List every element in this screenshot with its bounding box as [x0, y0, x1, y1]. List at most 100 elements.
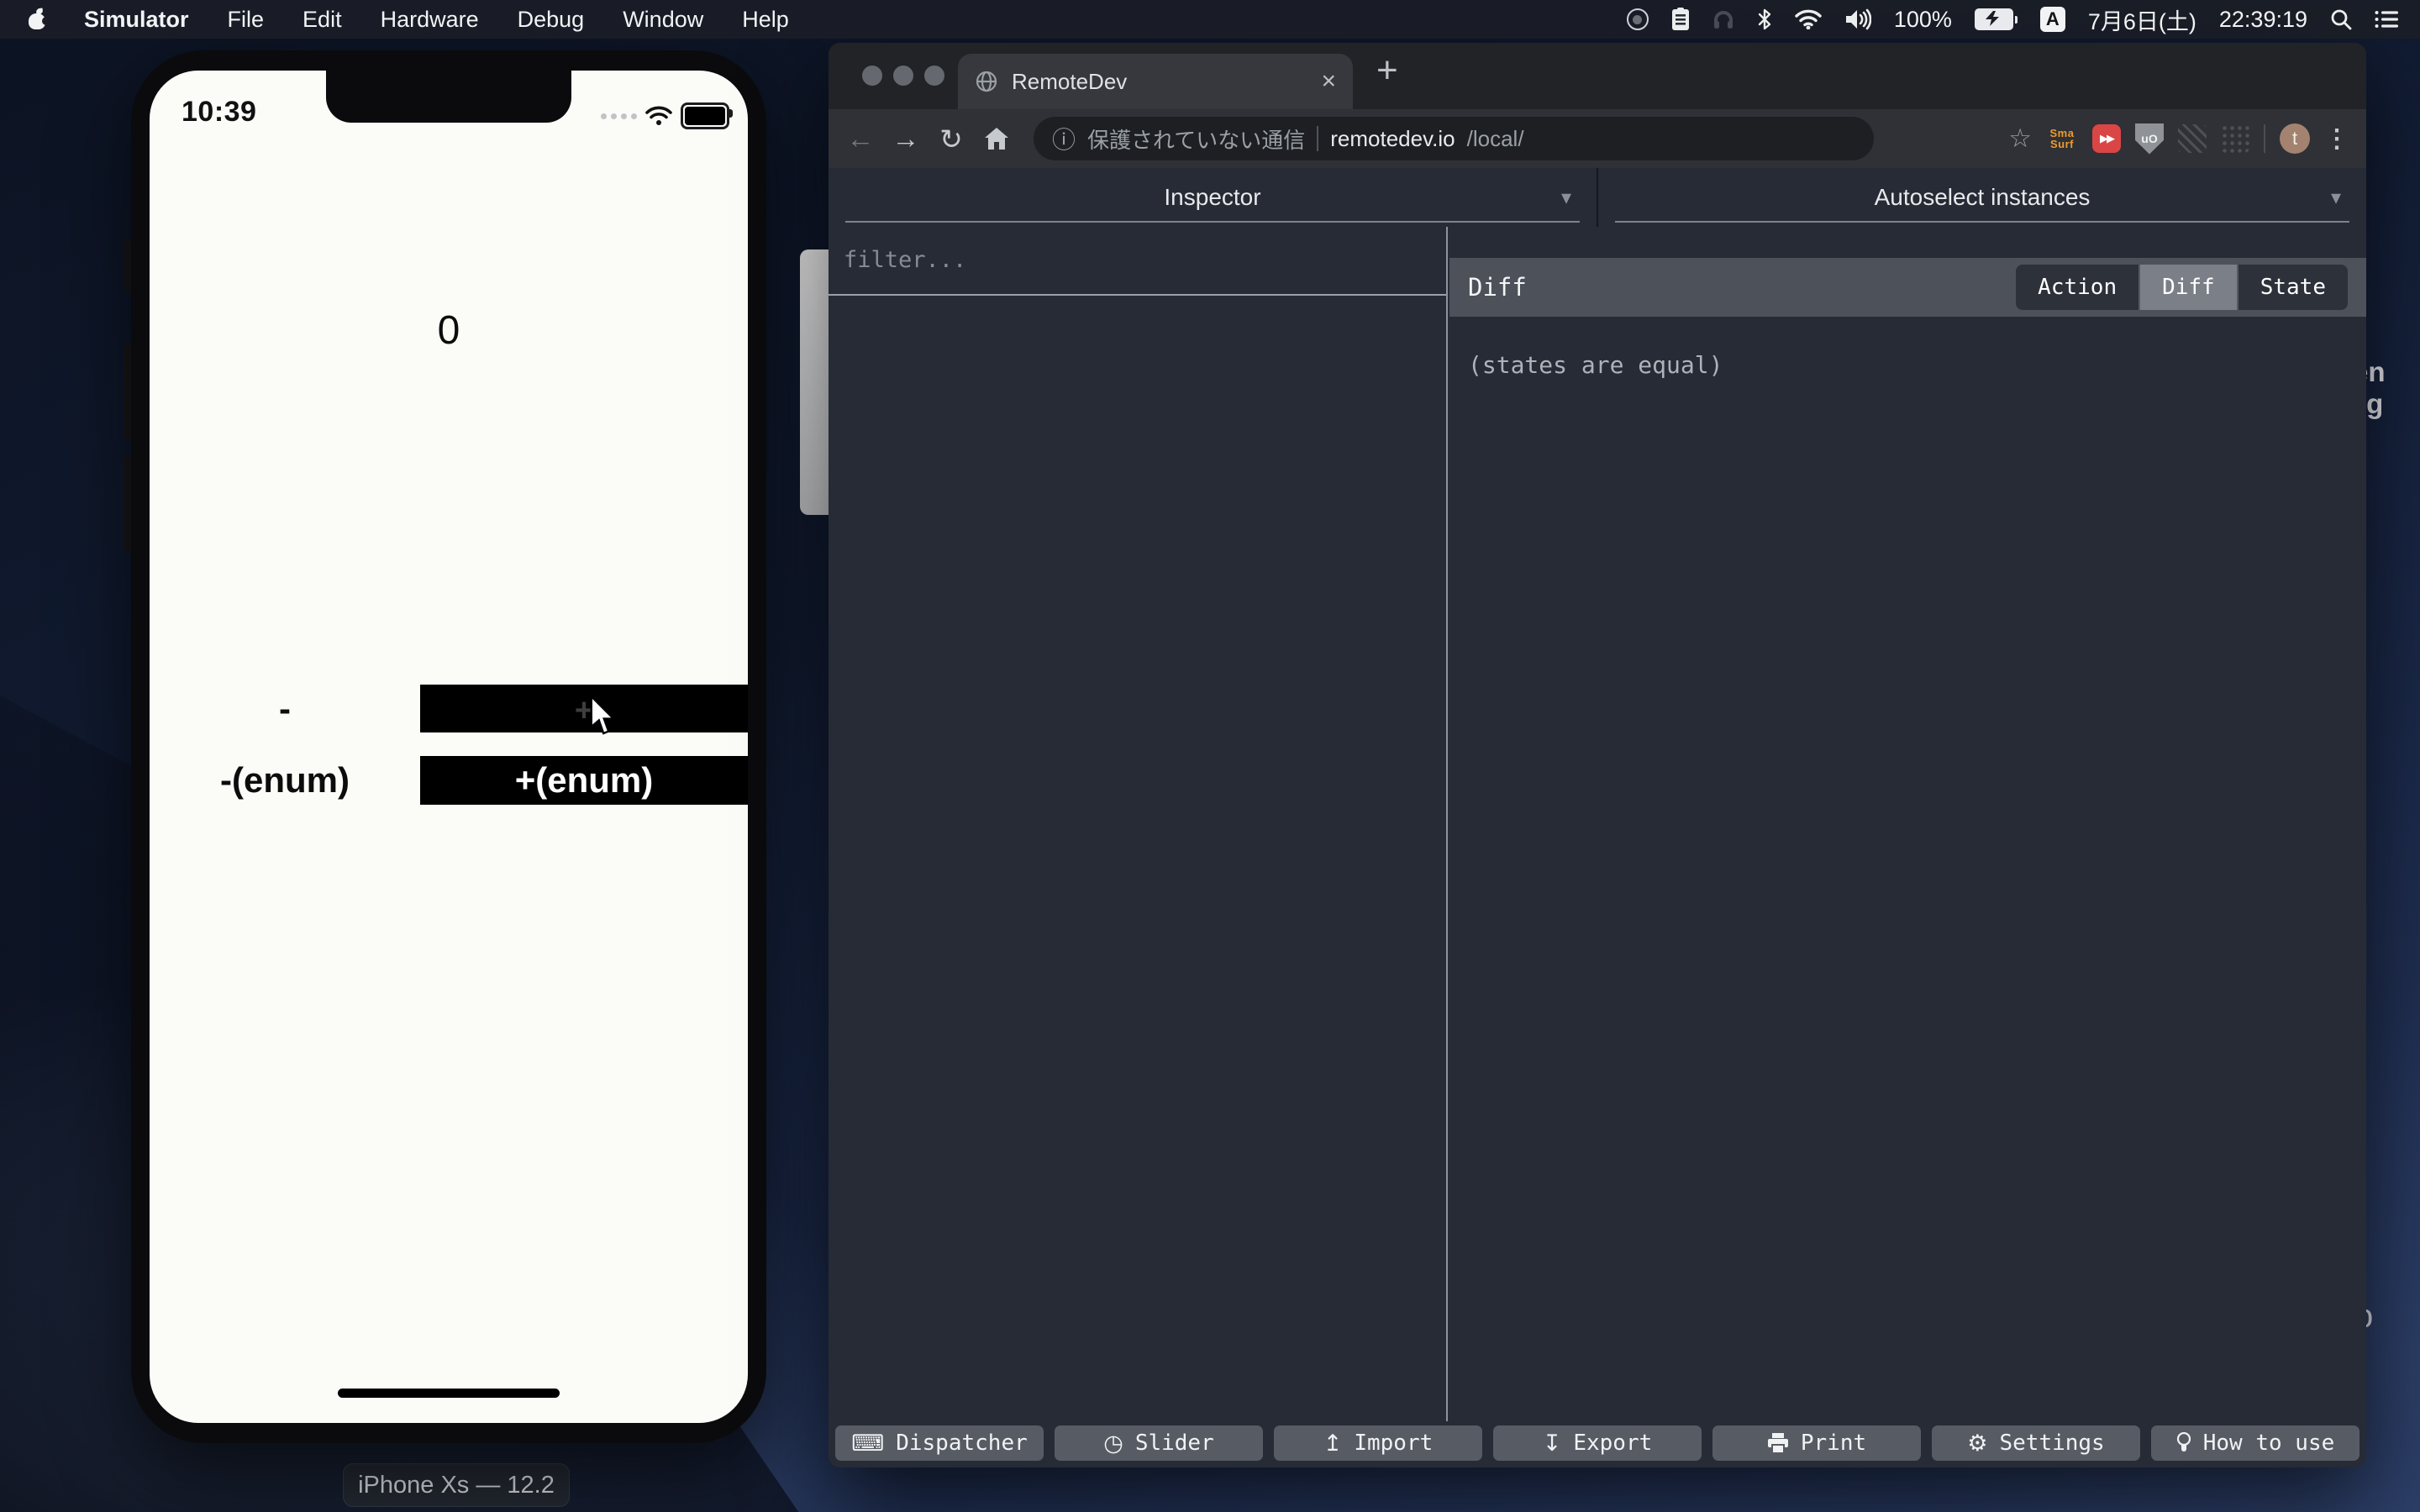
button-label: Dispatcher	[896, 1431, 1028, 1456]
disabled-extension-icon[interactable]	[2221, 124, 2249, 153]
button-label: Settings	[1999, 1431, 2105, 1456]
input-source-icon[interactable]: A	[2039, 7, 2065, 32]
tab-diff[interactable]: Diff	[2139, 265, 2237, 310]
import-icon: ↥	[1323, 1430, 1343, 1457]
import-button[interactable]: ↥ Import	[1274, 1425, 1482, 1461]
inspector-tabs: Action Diff State	[2016, 265, 2348, 310]
ublock-extension-icon[interactable]: uO	[2135, 123, 2164, 155]
site-info-icon[interactable]: ⓘ	[1052, 122, 1076, 155]
wifi-icon[interactable]	[1795, 9, 1822, 29]
button-label: Export	[1573, 1431, 1653, 1456]
back-button[interactable]: ←	[842, 123, 879, 155]
screen-record-icon[interactable]	[1626, 8, 1649, 30]
address-bar[interactable]: ⓘ 保護されていない通信 remotedev.io /local/	[1034, 117, 1874, 160]
diff-title: Diff	[1468, 273, 1527, 302]
toolbar-separator	[2264, 124, 2265, 153]
security-label: 保護されていない通信	[1087, 127, 1306, 153]
menu-bar: Simulator File Edit Hardware Debug Windo…	[0, 0, 2420, 39]
print-button[interactable]: Print	[1712, 1425, 1921, 1461]
button-label: Print	[1800, 1431, 1867, 1456]
video-extension-icon[interactable]: ▶▶	[2092, 124, 2121, 153]
smasurf-extension-icon[interactable]: Sma Surf	[2046, 123, 2078, 155]
decrement-button[interactable]: -	[150, 685, 420, 732]
bookmark-star-icon[interactable]: ☆	[2008, 123, 2032, 154]
headphones-icon[interactable]	[1712, 8, 1734, 30]
menu-item-window[interactable]: Window	[623, 7, 703, 33]
home-button[interactable]	[978, 125, 1015, 152]
browser-toolbar: ← → ↻ ⓘ 保護されていない通信 remotedev.io /local/ …	[829, 109, 2366, 168]
increment-enum-button[interactable]: +(enum)	[420, 756, 748, 805]
diff-message: (states are equal)	[1468, 351, 1723, 379]
apple-menu-icon[interactable]	[29, 8, 50, 29]
desktop: en ng o Simulator File Edit Hardware Deb…	[0, 0, 2420, 1512]
menu-time[interactable]: 22:39:19	[2219, 7, 2307, 33]
profile-avatar[interactable]: t	[2280, 123, 2310, 154]
action-list-panel: filter...	[829, 227, 1448, 1421]
keyboard-icon: ⌨	[851, 1430, 885, 1457]
settings-button[interactable]: ⚙ Settings	[1932, 1425, 2140, 1461]
export-icon: ↧	[1542, 1430, 1562, 1457]
spotlight-search-icon[interactable]	[2330, 8, 2352, 30]
increment-button[interactable]: +	[420, 685, 748, 732]
menu-item-file[interactable]: File	[228, 7, 265, 33]
slider-button[interactable]: ◷ Slider	[1055, 1425, 1263, 1461]
remotedev-page: Inspector ▾ Autoselect instances ▾ filte…	[829, 168, 2366, 1467]
phone-notch	[326, 71, 571, 123]
diff-header: Diff Action Diff State	[1449, 258, 2366, 317]
clipboard-icon[interactable]	[1671, 8, 1690, 31]
inspector-panel: Diff Action Diff State (states are equal…	[1449, 227, 2366, 1421]
url-host: remotedev.io	[1330, 125, 1455, 151]
tab-state[interactable]: State	[2236, 265, 2348, 310]
export-button[interactable]: ↧ Export	[1493, 1425, 1702, 1461]
window-zoom-button[interactable]	[924, 66, 944, 86]
how-to-use-button[interactable]: How to use	[2151, 1425, 2360, 1461]
url-separator	[1317, 126, 1319, 151]
devtools-bottom-bar: ⌨ Dispatcher ◷ Slider ↥ Import ↧ Export	[829, 1421, 2366, 1467]
tab-action[interactable]: Action	[2016, 265, 2139, 310]
gear-icon: ⚙	[1967, 1430, 1988, 1457]
printer-icon	[1767, 1433, 1789, 1453]
tab-strip: RemoteDev × +	[829, 43, 2366, 109]
menu-item-debug[interactable]: Debug	[518, 7, 585, 33]
button-label: Slider	[1134, 1431, 1214, 1456]
menu-item-edit[interactable]: Edit	[302, 7, 342, 33]
cellular-signal-icon	[601, 113, 637, 119]
url-path: /local/	[1466, 125, 1524, 151]
tab-close-icon[interactable]: ×	[1321, 67, 1336, 96]
button-label: Import	[1354, 1431, 1434, 1456]
phone-battery-icon	[681, 102, 733, 129]
lightbulb-icon	[2176, 1432, 2191, 1454]
instances-dropdown[interactable]: Autoselect instances ▾	[1597, 168, 2366, 227]
chevron-down-icon: ▾	[1560, 186, 1571, 209]
tab-favicon-globe-icon	[976, 71, 997, 92]
battery-charging-icon[interactable]	[1974, 8, 2018, 30]
menu-date[interactable]: 7月6日(土)	[2088, 3, 2196, 36]
bluetooth-icon[interactable]	[1757, 8, 1772, 31]
forward-button[interactable]: →	[887, 123, 924, 155]
dispatcher-button[interactable]: ⌨ Dispatcher	[835, 1425, 1044, 1461]
phone-status-time: 10:39	[182, 96, 257, 128]
window-close-button[interactable]	[862, 66, 882, 86]
browser-menu-icon[interactable]: ⋮	[2324, 124, 2349, 154]
reload-button[interactable]: ↻	[933, 123, 970, 155]
monitor-dropdown-label: Inspector	[1164, 184, 1261, 210]
home-indicator[interactable]	[338, 1389, 560, 1398]
filter-input[interactable]: filter...	[829, 227, 1446, 296]
browser-tab[interactable]: RemoteDev ×	[958, 54, 1353, 109]
menu-item-hardware[interactable]: Hardware	[381, 7, 479, 33]
device-badge: iPhone Xs — 12.2	[343, 1463, 570, 1507]
menu-item-help[interactable]: Help	[742, 7, 789, 33]
disabled-extension-icon[interactable]	[2178, 124, 2207, 153]
tab-title: RemoteDev	[1012, 68, 1128, 94]
notification-center-icon[interactable]	[2375, 10, 2398, 29]
window-minimize-button[interactable]	[893, 66, 913, 86]
menu-app-name[interactable]: Simulator	[84, 7, 189, 33]
instances-dropdown-label: Autoselect instances	[1874, 184, 2091, 210]
new-tab-button[interactable]: +	[1376, 50, 1398, 92]
volume-icon[interactable]	[1844, 8, 1871, 30]
monitor-dropdown[interactable]: Inspector ▾	[829, 168, 1597, 227]
decrement-enum-button[interactable]: -(enum)	[150, 756, 420, 805]
phone-wifi-icon	[645, 106, 672, 125]
battery-percent[interactable]: 100%	[1894, 7, 1952, 33]
timer-icon: ◷	[1103, 1430, 1123, 1457]
